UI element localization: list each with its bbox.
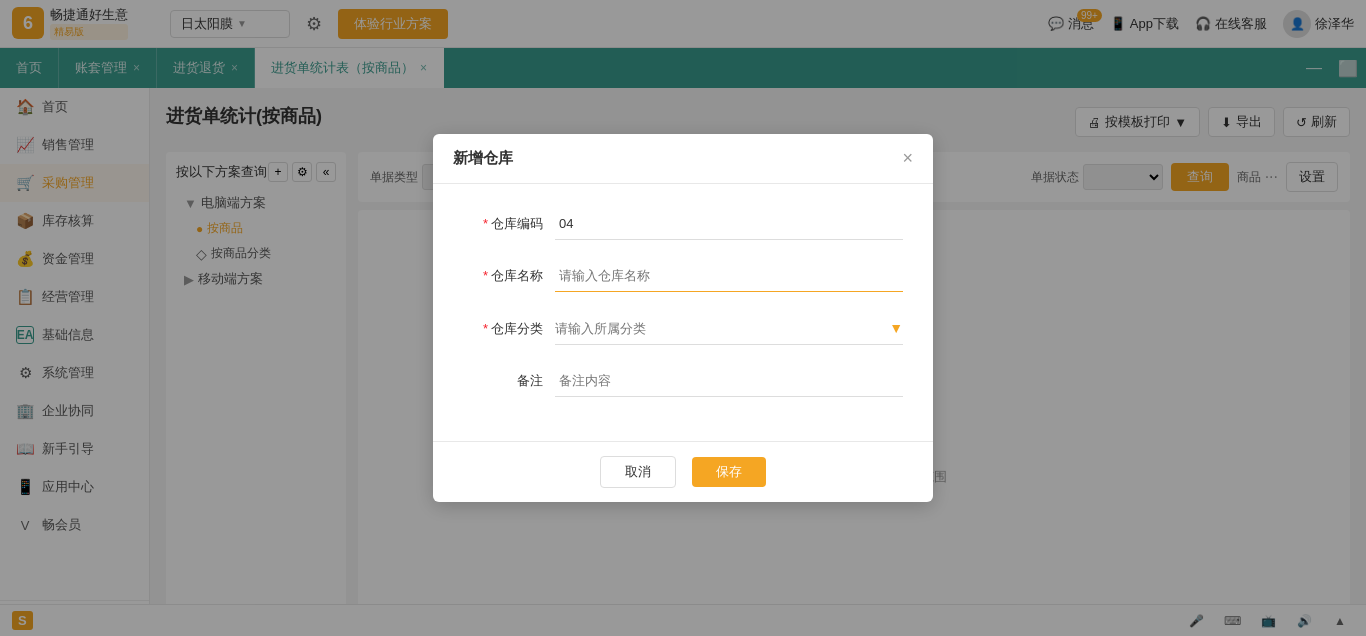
warehouse-code-label: 仓库编码 [463, 215, 543, 233]
dialog-body: 仓库编码 仓库名称 仓库分类 ▼ 备注 [433, 184, 933, 441]
warehouse-code-row: 仓库编码 [463, 208, 903, 240]
warehouse-category-row: 仓库分类 ▼ [463, 312, 903, 345]
dialog-title: 新增仓库 [453, 149, 513, 168]
dialog-close-button[interactable]: × [902, 148, 913, 169]
save-button[interactable]: 保存 [692, 457, 766, 487]
warehouse-code-input[interactable] [555, 208, 903, 240]
warehouse-name-row: 仓库名称 [463, 260, 903, 292]
new-warehouse-dialog: 新增仓库 × 仓库编码 仓库名称 仓库分类 ▼ [433, 134, 933, 502]
warehouse-note-label: 备注 [463, 372, 543, 390]
category-dropdown-icon[interactable]: ▼ [889, 320, 903, 336]
warehouse-category-input[interactable] [555, 312, 889, 344]
dialog-footer: 取消 保存 [433, 441, 933, 502]
dialog-header: 新增仓库 × [433, 134, 933, 184]
warehouse-category-wrapper: ▼ [555, 312, 903, 345]
warehouse-name-label: 仓库名称 [463, 267, 543, 285]
warehouse-name-input[interactable] [555, 260, 903, 292]
warehouse-note-input[interactable] [555, 365, 903, 397]
warehouse-note-row: 备注 [463, 365, 903, 397]
modal-overlay[interactable]: 新增仓库 × 仓库编码 仓库名称 仓库分类 ▼ [0, 0, 1366, 636]
warehouse-category-label: 仓库分类 [463, 320, 543, 338]
cancel-button[interactable]: 取消 [600, 456, 676, 488]
